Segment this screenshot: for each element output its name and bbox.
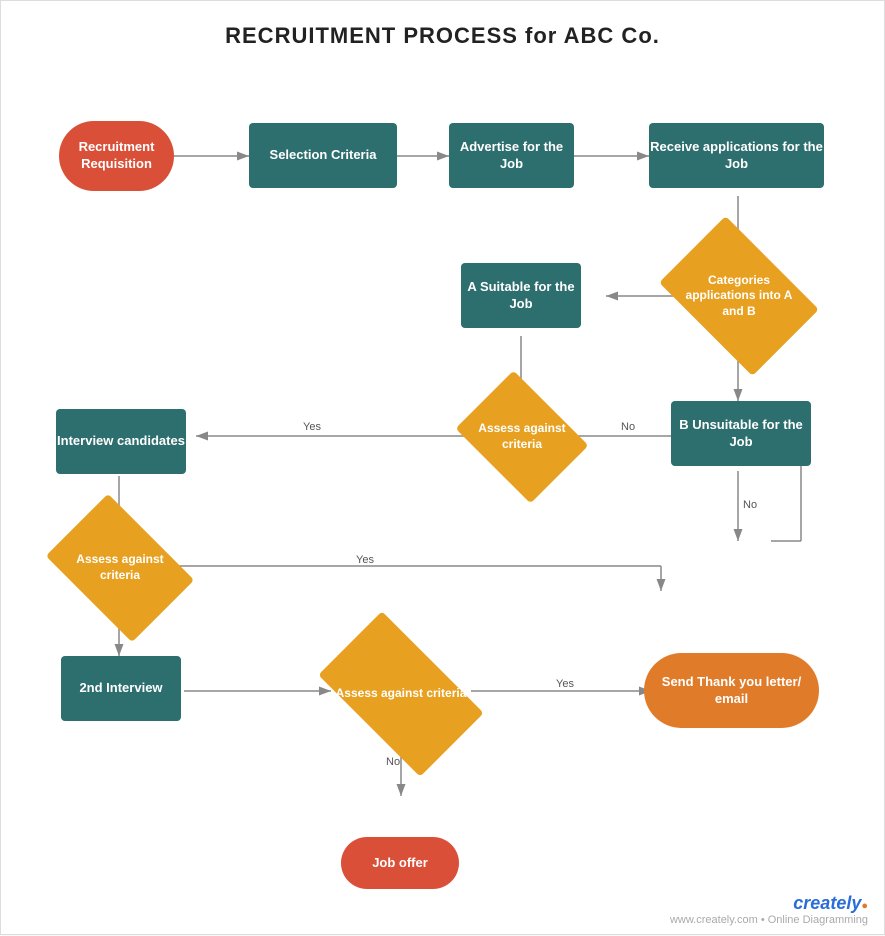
- assess-criteria-2: Assess against criteria: [59, 524, 181, 612]
- send-thank-you: Send Thank you letter/ email: [644, 653, 819, 728]
- brand-logo: creately: [793, 893, 861, 913]
- page-title: RECRUITMENT PROCESS for ABC Co.: [1, 1, 884, 59]
- yes-label-1: Yes: [303, 421, 321, 433]
- selection-criteria: Selection Criteria: [249, 123, 397, 188]
- yes-label-2: Yes: [356, 554, 374, 566]
- no-label-2: No: [386, 756, 400, 768]
- receive-applications: Receive applications for the Job: [649, 123, 824, 188]
- a-suitable: A Suitable for the Job: [461, 263, 581, 328]
- interview-candidates: Interview candidates: [56, 409, 186, 474]
- b-unsuitable: B Unsuitable for the Job: [671, 401, 811, 466]
- recruitment-requisition: Recruitment Requisition: [59, 121, 174, 191]
- job-offer: Job offer: [341, 837, 459, 889]
- categories-applications: Categories applications into A and B: [673, 249, 805, 343]
- yes-label-3: Yes: [556, 678, 574, 690]
- watermark: creately● www.creately.com • Online Diag…: [670, 893, 868, 926]
- advertise-job: Advertise for the Job: [449, 123, 574, 188]
- no-label-1: No: [621, 421, 635, 433]
- second-interview: 2nd Interview: [61, 656, 181, 721]
- no-label-3: No: [743, 499, 757, 511]
- assess-criteria-1: Assess against criteria: [469, 396, 575, 478]
- page: RECRUITMENT PROCESS for ABC Co.: [0, 0, 885, 935]
- assess-criteria-3: Assess against criteria: [329, 649, 473, 739]
